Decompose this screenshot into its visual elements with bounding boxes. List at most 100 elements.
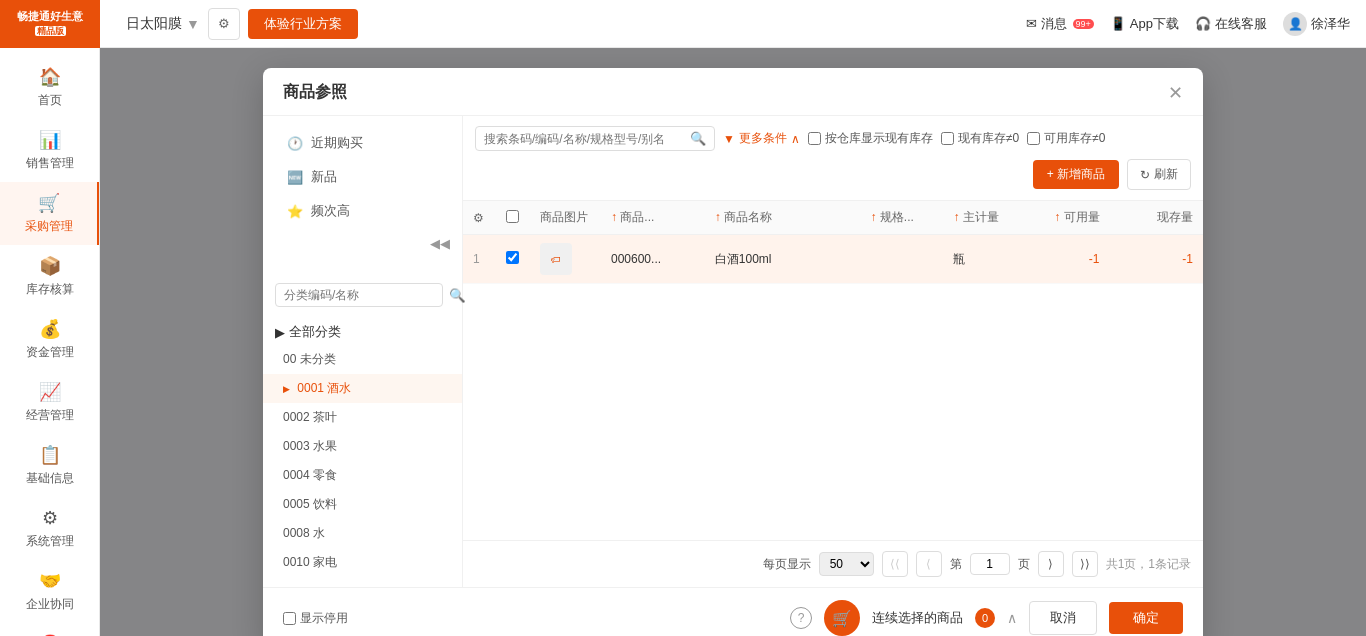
per-page-select[interactable]: 10 20 50 100 — [819, 552, 874, 576]
avail-stock-check[interactable] — [1027, 132, 1040, 145]
first-page-button[interactable]: ⟨⟨ — [882, 551, 908, 577]
row-img: 🏷 — [530, 235, 601, 284]
confirm-button[interactable]: 确定 — [1109, 602, 1183, 634]
filter-icon: ▼ — [723, 132, 735, 146]
sales-icon: 📊 — [39, 129, 61, 151]
filter-button[interactable]: ▼ 更多条件 ∧ — [723, 130, 800, 147]
next-page-button[interactable]: ⟩ — [1038, 551, 1064, 577]
page-word: 第 — [950, 556, 962, 573]
category-search-row: 🔍 — [263, 275, 462, 315]
table-body: 1 🏷 000600... — [463, 235, 1203, 284]
sidebar-item-guide[interactable]: 🎯 新手引导 — [0, 623, 99, 636]
sidebar-item-purchase[interactable]: 🛒 采购管理 — [0, 182, 99, 245]
row-checkbox[interactable] — [506, 251, 519, 264]
sidebar-item-inventory[interactable]: 📦 库存核算 — [0, 245, 99, 308]
category-item-0002[interactable]: 0002 茶叶 — [263, 403, 462, 432]
new-product-item[interactable]: 🆕 新品 — [275, 160, 450, 194]
avail-stock-label: 可用库存≠0 — [1044, 130, 1105, 147]
gear-button[interactable]: ⚙ — [208, 8, 240, 40]
sidebar-item-finance[interactable]: 💰 资金管理 — [0, 308, 99, 371]
sidebar-item-sales[interactable]: 📊 销售管理 — [0, 119, 99, 182]
product-table: ⚙ 商品图片 — [463, 201, 1203, 284]
th-name-label: 商品名称 — [724, 210, 772, 224]
all-category-label[interactable]: ▶ 全部分类 — [263, 315, 462, 345]
row-seq: 1 — [463, 235, 496, 284]
sidebar-finance-label: 资金管理 — [26, 344, 74, 361]
settings-icon[interactable]: ⚙ — [473, 211, 484, 225]
category-item-0001[interactable]: 0001 酒水 — [263, 374, 462, 403]
sidebar-item-home[interactable]: 🏠 首页 — [0, 56, 99, 119]
finance-icon: 💰 — [39, 318, 61, 340]
sort-avail-icon[interactable]: ↑ — [1054, 210, 1060, 224]
show-disabled-label: 显示停用 — [300, 610, 348, 627]
collapse-button[interactable]: ◀◀ — [263, 228, 462, 259]
system-icon: ⚙ — [42, 507, 58, 529]
modal-title: 商品参照 — [283, 82, 347, 103]
category-item-0005[interactable]: 0005 饮料 — [263, 490, 462, 519]
search-icon[interactable]: 🔍 — [690, 131, 706, 146]
app-download-label: App下载 — [1130, 15, 1179, 33]
th-name: ↑ 商品名称 — [705, 201, 861, 235]
recent-buy-label: 近期购买 — [311, 134, 363, 152]
product-reference-modal: 商品参照 ✕ 🕐 近期购买 🆕 新品 — [263, 68, 1203, 636]
modal-close-button[interactable]: ✕ — [1168, 84, 1183, 102]
select-all-checkbox[interactable] — [506, 210, 519, 223]
help-button[interactable]: ? — [790, 607, 812, 629]
sidebar: 🏠 首页 📊 销售管理 🛒 采购管理 📦 库存核算 💰 资金管理 📈 经营管理 … — [0, 48, 100, 636]
current-stock-label: 现有库存≠0 — [958, 130, 1019, 147]
sidebar-sales-label: 销售管理 — [26, 155, 74, 172]
modal-footer: 显示停用 ? 🛒 连续选择的商品 0 ∧ — [263, 587, 1203, 636]
row-unit: 瓶 — [943, 235, 1016, 284]
warehouse-stock-checkbox[interactable]: 按仓库显示现有库存 — [808, 130, 933, 147]
modal-body: 🕐 近期购买 🆕 新品 ⭐ 频次高 — [263, 116, 1203, 587]
row-stock: -1 — [1110, 235, 1203, 284]
nav-dropdown[interactable]: 日太阳膜 ▼ — [126, 15, 200, 33]
prev-page-button[interactable]: ⟨ — [916, 551, 942, 577]
category-item-0010[interactable]: 0010 家电 — [263, 548, 462, 577]
sort-up-icon[interactable]: ↑ — [611, 210, 617, 224]
category-item-0008[interactable]: 0008 水 — [263, 519, 462, 548]
question-icon: ? — [790, 607, 812, 629]
sidebar-item-operations[interactable]: 📈 经营管理 — [0, 371, 99, 434]
cart-button[interactable]: 🛒 — [824, 600, 860, 636]
current-stock-check[interactable] — [941, 132, 954, 145]
recent-buy-item[interactable]: 🕐 近期购买 — [275, 126, 450, 160]
home-icon: 🏠 — [39, 66, 61, 88]
sidebar-item-basics[interactable]: 📋 基础信息 — [0, 434, 99, 497]
app-download-item[interactable]: 📱 App下载 — [1110, 15, 1179, 33]
sort-unit-icon[interactable]: ↑ — [953, 210, 959, 224]
category-item-0003[interactable]: 0003 水果 — [263, 432, 462, 461]
sidebar-item-system[interactable]: ⚙ 系统管理 — [0, 497, 99, 560]
sort-name-icon[interactable]: ↑ — [715, 210, 721, 224]
user-item[interactable]: 👤 徐泽华 — [1283, 12, 1350, 36]
category-item-00[interactable]: 00 未分类 — [263, 345, 462, 374]
show-disabled-check[interactable] — [283, 612, 296, 625]
high-freq-item[interactable]: ⭐ 频次高 — [275, 194, 450, 228]
row-name: 白酒100ml — [705, 235, 861, 284]
page-number-input[interactable] — [970, 553, 1010, 575]
table-row[interactable]: 1 🏷 000600... — [463, 235, 1203, 284]
avail-stock-checkbox[interactable]: 可用库存≠0 — [1027, 130, 1105, 147]
category-item-0004[interactable]: 0004 零食 — [263, 461, 462, 490]
last-page-button[interactable]: ⟩⟩ — [1072, 551, 1098, 577]
sidebar-item-collab[interactable]: 🤝 企业协同 — [0, 560, 99, 623]
sidebar-home-label: 首页 — [38, 92, 62, 109]
category-search-input[interactable] — [275, 283, 443, 307]
product-search-input[interactable] — [484, 132, 684, 146]
online-service-item[interactable]: 🎧 在线客服 — [1195, 15, 1267, 33]
nav-center: 日太阳膜 ▼ ⚙ 体验行业方案 — [126, 8, 358, 40]
add-product-button[interactable]: + 新增商品 — [1033, 160, 1119, 189]
current-stock-checkbox[interactable]: 现有库存≠0 — [941, 130, 1019, 147]
show-disabled-checkbox[interactable]: 显示停用 — [283, 610, 348, 627]
category-0001-text: 0001 酒水 — [297, 381, 351, 395]
cancel-button[interactable]: 取消 — [1029, 601, 1097, 635]
warehouse-stock-check[interactable] — [808, 132, 821, 145]
refresh-button[interactable]: ↻ 刷新 — [1127, 159, 1191, 190]
purchase-icon: 🛒 — [38, 192, 60, 214]
message-item[interactable]: ✉ 消息 99+ — [1026, 15, 1094, 33]
experience-button[interactable]: 体验行业方案 — [248, 9, 358, 39]
sort-spec-icon[interactable]: ↑ — [870, 210, 876, 224]
expand-button[interactable]: ∧ — [1007, 610, 1017, 626]
nav-dropdown-arrow: ▼ — [186, 16, 200, 32]
th-code-label: 商品... — [620, 210, 654, 224]
